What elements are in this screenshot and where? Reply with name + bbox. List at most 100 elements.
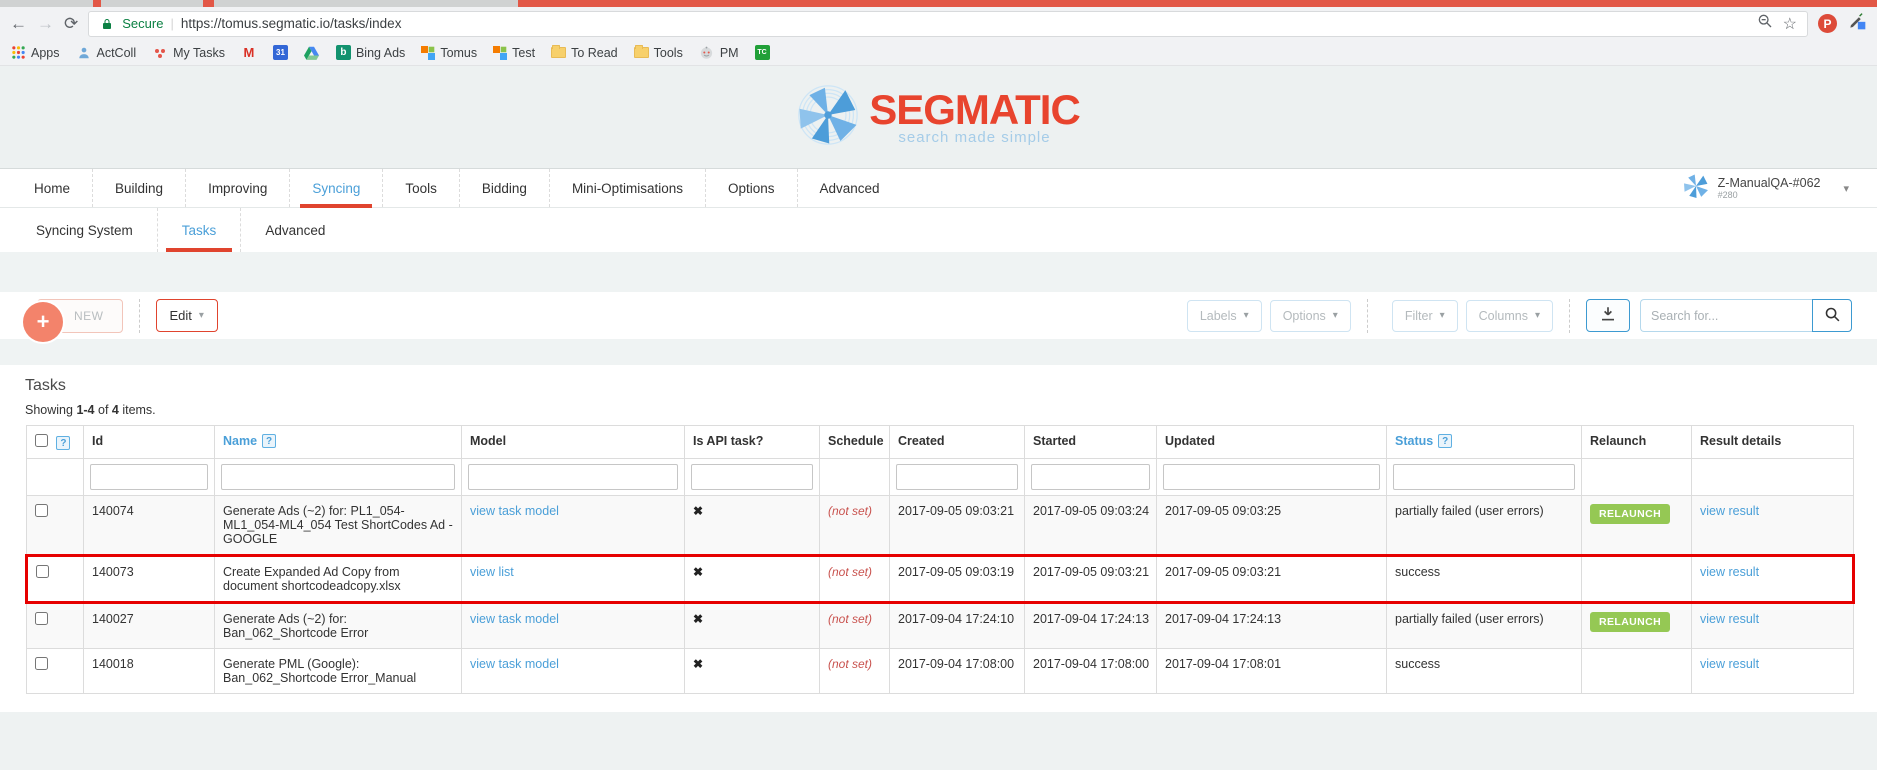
- cell-result: view result: [1691, 602, 1854, 649]
- nav-tab-home[interactable]: Home: [12, 169, 92, 207]
- nav-tab-mini-optimisations[interactable]: Mini-Optimisations: [548, 169, 705, 207]
- refresh-icon[interactable]: ⟳: [64, 15, 78, 32]
- cell-name: Create Expanded Ad Copy from document sh…: [214, 554, 462, 604]
- bookmark-my-tasks[interactable]: My Tasks: [152, 45, 225, 61]
- view-list-link[interactable]: view list: [470, 565, 514, 579]
- column-header-started[interactable]: Started: [1024, 425, 1157, 459]
- bookmark-apps[interactable]: Apps: [10, 45, 60, 61]
- cell-model: view task model: [461, 602, 685, 649]
- secure-label[interactable]: Secure: [122, 16, 163, 31]
- bookmark-drive[interactable]: [304, 45, 320, 61]
- bookmark-star-icon[interactable]: ☆: [1783, 14, 1797, 34]
- plus-icon[interactable]: +: [23, 301, 63, 342]
- nav-tab-tools[interactable]: Tools: [382, 169, 459, 207]
- created-filter-input[interactable]: [896, 464, 1018, 490]
- help-icon[interactable]: ?: [262, 434, 277, 448]
- url-text[interactable]: https://tomus.segmatic.io/tasks/index: [181, 16, 1750, 31]
- id-filter-input[interactable]: [90, 464, 208, 490]
- columns-button[interactable]: Columns ▾: [1465, 299, 1553, 332]
- select-all-checkbox[interactable]: [35, 434, 48, 447]
- cell-name: Generate Ads (~2) for: Ban_062_Shortcode…: [214, 602, 462, 649]
- table-row: 140027 Generate Ads (~2) for: Ban_062_Sh…: [26, 602, 1854, 649]
- view-task-model-link[interactable]: view task model: [470, 612, 559, 626]
- filter-cell-created: [889, 458, 1025, 496]
- page: ← → ⟳ Secure | https://tomus.segmatic.io…: [0, 0, 1877, 770]
- bookmark-label: My Tasks: [173, 45, 225, 60]
- segmatic-logo[interactable]: SEGMATIC search made simple: [797, 84, 1081, 151]
- avatar: [1683, 173, 1709, 204]
- nav-tab-syncing[interactable]: Syncing: [289, 169, 382, 208]
- api-filter-input[interactable]: [691, 464, 813, 490]
- nav-tab-options[interactable]: Options: [704, 169, 797, 207]
- view-task-model-link[interactable]: view task model: [470, 504, 559, 518]
- nav-tab-building[interactable]: Building: [92, 169, 185, 207]
- extension-p-icon[interactable]: P: [1818, 14, 1837, 33]
- address-bar[interactable]: Secure | https://tomus.segmatic.io/tasks…: [88, 10, 1808, 37]
- updated-filter-input[interactable]: [1163, 464, 1380, 490]
- row-checkbox[interactable]: [35, 657, 48, 670]
- sub-nav: Syncing System Tasks Advanced: [0, 208, 1877, 252]
- bookmark-pm[interactable]: PM: [699, 45, 739, 61]
- edit-button[interactable]: Edit ▾: [155, 299, 218, 332]
- toolbar-separator: [1569, 298, 1570, 333]
- zoom-icon[interactable]: [1757, 13, 1773, 34]
- filter-cell-select: [26, 458, 84, 496]
- cell-status: success: [1386, 648, 1582, 694]
- relaunch-button[interactable]: RELAUNCH: [1590, 612, 1671, 632]
- bookmark-actcoll[interactable]: ActColl: [76, 45, 136, 61]
- bookmark-tc[interactable]: TC: [754, 45, 770, 60]
- nav-tab-improving[interactable]: Improving: [185, 169, 289, 207]
- chevron-down-icon: ▾: [1332, 310, 1338, 321]
- url-separator: |: [170, 16, 174, 31]
- cell-relaunch: RELAUNCH: [1581, 602, 1692, 649]
- column-header-id[interactable]: Id: [83, 425, 215, 459]
- export-download-button[interactable]: [1586, 299, 1630, 332]
- bookmark-gmail[interactable]: M: [241, 45, 257, 61]
- subnav-tab-tasks[interactable]: Tasks: [156, 208, 241, 252]
- person-icon: [76, 45, 92, 61]
- subnav-tab-advanced[interactable]: Advanced: [240, 208, 349, 252]
- cell-is-api-task: ✖: [684, 602, 820, 649]
- view-result-link[interactable]: view result: [1700, 612, 1759, 626]
- search-button[interactable]: [1812, 299, 1852, 332]
- back-icon[interactable]: ←: [10, 15, 27, 32]
- help-icon[interactable]: ?: [56, 436, 71, 450]
- row-checkbox[interactable]: [35, 504, 48, 517]
- column-header-is-api-task[interactable]: Is API task?: [684, 425, 820, 459]
- search-input[interactable]: [1640, 299, 1812, 332]
- nav-tab-advanced[interactable]: Advanced: [796, 169, 902, 207]
- eyedropper-extension-icon[interactable]: [1847, 11, 1867, 36]
- bookmark-tools[interactable]: Tools: [633, 45, 683, 60]
- view-result-link[interactable]: view result: [1700, 657, 1759, 671]
- cell-id: 140073: [83, 554, 215, 604]
- subnav-tab-syncing-system[interactable]: Syncing System: [12, 208, 157, 252]
- column-header-updated[interactable]: Updated: [1156, 425, 1387, 459]
- started-filter-input[interactable]: [1031, 464, 1150, 490]
- name-filter-input[interactable]: [221, 464, 455, 490]
- view-result-link[interactable]: view result: [1700, 504, 1759, 518]
- relaunch-button[interactable]: RELAUNCH: [1590, 504, 1671, 524]
- help-icon[interactable]: ?: [1438, 434, 1453, 448]
- column-header-schedule[interactable]: Schedule: [819, 425, 890, 459]
- nav-tab-bidding[interactable]: Bidding: [458, 169, 549, 207]
- model-filter-input[interactable]: [468, 464, 678, 490]
- status-filter-input[interactable]: [1393, 464, 1575, 490]
- options-button[interactable]: Options ▾: [1269, 299, 1351, 332]
- cell-model: view task model: [461, 495, 685, 556]
- row-checkbox[interactable]: [35, 612, 48, 625]
- filter-button[interactable]: Filter ▾: [1391, 299, 1458, 332]
- column-header-status[interactable]: Status?: [1386, 425, 1582, 459]
- bookmark-bing-ads[interactable]: b Bing Ads: [335, 45, 405, 60]
- column-header-created[interactable]: Created: [889, 425, 1025, 459]
- bookmark-tomus[interactable]: Tomus: [421, 45, 477, 60]
- column-header-name[interactable]: Name?: [214, 425, 462, 459]
- row-checkbox[interactable]: [36, 565, 49, 578]
- bookmark-test[interactable]: Test: [493, 45, 535, 60]
- user-menu[interactable]: Z-ManualQA-#062 #280 ▾: [1683, 169, 1849, 207]
- view-result-link[interactable]: view result: [1700, 565, 1759, 579]
- bookmark-calendar[interactable]: 31: [272, 45, 288, 60]
- new-button[interactable]: + NEW: [23, 298, 123, 342]
- view-task-model-link[interactable]: view task model: [470, 657, 559, 671]
- labels-button[interactable]: Labels ▾: [1186, 299, 1262, 332]
- bookmark-to-read[interactable]: To Read: [551, 45, 618, 60]
